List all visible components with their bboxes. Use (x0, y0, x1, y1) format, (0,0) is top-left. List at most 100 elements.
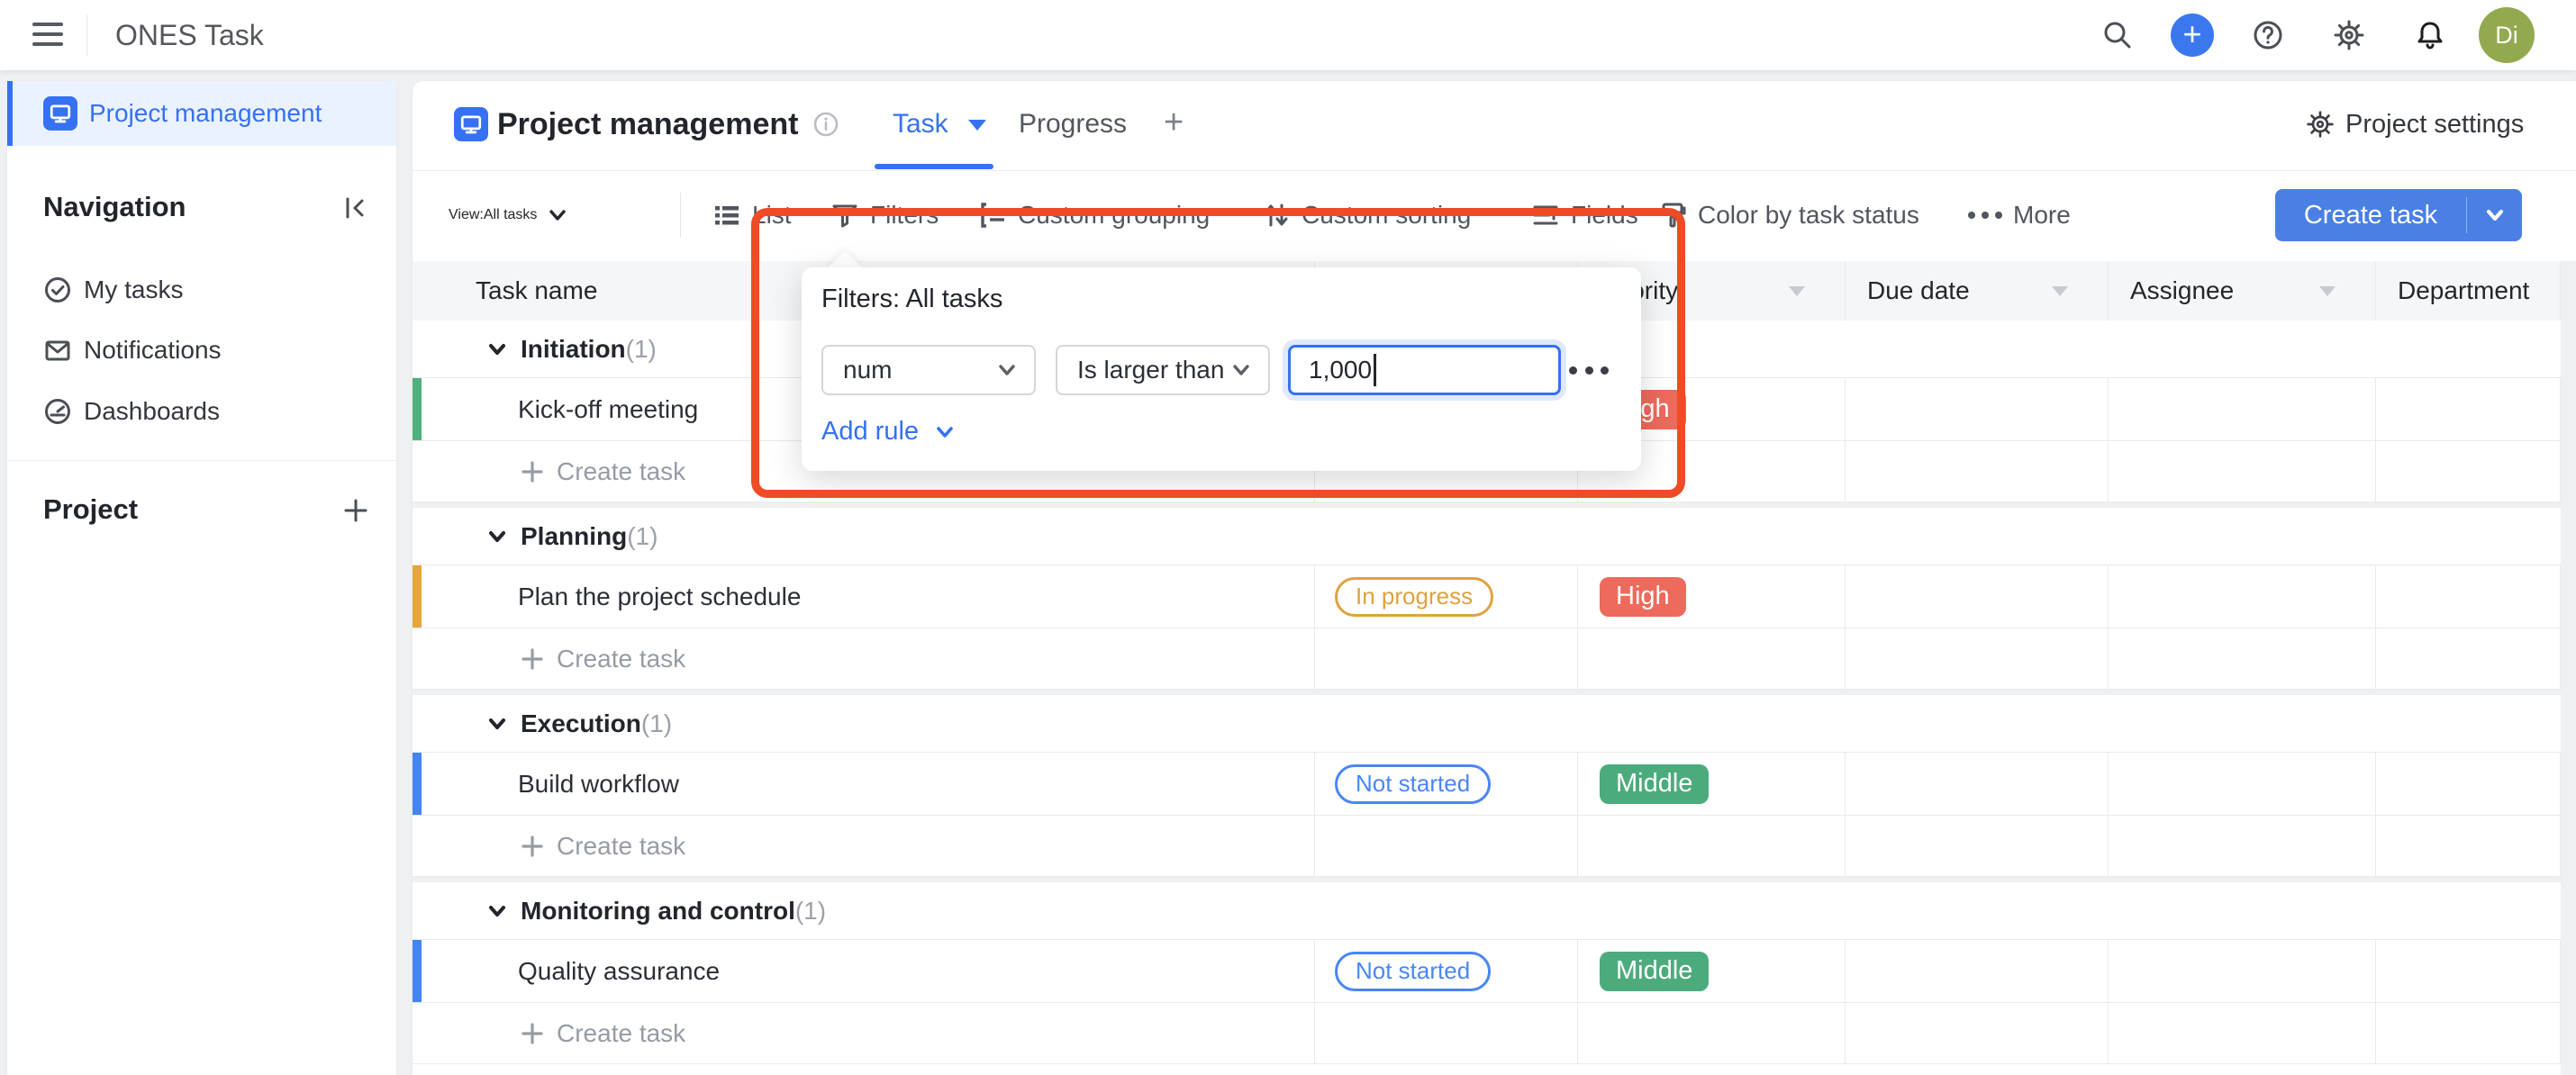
column-header-due-date[interactable]: Due date (1846, 261, 2109, 321)
task-color-bar (413, 753, 422, 815)
sidebar-item-notifications[interactable]: Notifications (7, 321, 396, 380)
chevron-down-icon (933, 420, 957, 444)
hamburger-menu-icon[interactable] (32, 23, 63, 48)
task-color-bar (413, 565, 422, 628)
create-task-button[interactable]: Create task (2275, 189, 2522, 241)
sidebar-item-label: Notifications (84, 336, 222, 364)
toolbar-label: Custom sorting (1302, 201, 1472, 229)
status-cell[interactable]: In progress (1315, 565, 1578, 628)
task-row[interactable]: Plan the project schedule In progress High (413, 565, 2561, 628)
collapse-sidebar-icon[interactable] (342, 194, 369, 221)
list-icon (712, 201, 741, 230)
toolbar-color-by-status-button[interactable]: Color by task status (1658, 171, 1919, 259)
table-cell (1846, 1003, 2109, 1063)
table-cell (1315, 816, 1578, 876)
create-task-row[interactable]: Create task (413, 1003, 2561, 1064)
table-cell (1846, 628, 2109, 689)
group-header-row[interactable]: Planning (1) (413, 508, 2561, 565)
group-name: Planning (521, 521, 628, 550)
add-rule-button[interactable]: Add rule (821, 417, 957, 447)
help-icon[interactable] (2252, 19, 2284, 51)
view-label: View:All tasks (449, 207, 538, 222)
search-icon[interactable] (2101, 19, 2134, 51)
priority-cell[interactable]: High (1578, 565, 1846, 628)
create-task-inline-button[interactable]: Create task (413, 1003, 1315, 1063)
sidebar-item-dashboards[interactable]: Dashboards (7, 382, 396, 441)
toolbar-fields-button[interactable]: Fields (1531, 171, 1638, 259)
add-project-icon[interactable] (342, 497, 369, 524)
view-switcher[interactable]: View:All tasks (449, 171, 569, 259)
priority-cell[interactable]: Middle (1578, 753, 1846, 815)
status-cell[interactable]: Not started (1315, 940, 1578, 1002)
filter-operator-select[interactable]: Is larger than (1056, 345, 1270, 395)
sidebar-item-my-tasks[interactable]: My tasks (7, 260, 396, 320)
table-cell (1578, 628, 1846, 689)
toolbar-custom-sorting-button[interactable]: Custom sorting (1262, 171, 1471, 259)
project-settings-button[interactable]: Project settings (2306, 81, 2524, 167)
task-name[interactable]: Plan the project schedule (413, 565, 1315, 628)
add-rule-label: Add rule (821, 417, 920, 446)
filter-caret-icon[interactable] (2319, 286, 2336, 296)
chevron-down-icon[interactable] (486, 339, 508, 360)
check-circle-icon (43, 276, 72, 304)
bell-icon[interactable] (2414, 19, 2446, 51)
create-task-label: Create task (2303, 200, 2438, 230)
column-header-assignee[interactable]: Assignee (2109, 261, 2376, 321)
group-header-row[interactable]: Execution (1) (413, 695, 2561, 753)
table-cell (2376, 628, 2561, 689)
more-dots-icon (1968, 201, 2002, 230)
table-cell (1846, 753, 2109, 815)
add-tab-button[interactable]: + (1164, 81, 1184, 167)
table-cell (2109, 753, 2376, 815)
chevron-down-icon[interactable] (486, 526, 508, 547)
group-count: (1) (625, 334, 657, 363)
column-header-department[interactable]: Department (2376, 261, 2561, 321)
chevron-down-icon[interactable] (486, 713, 508, 735)
table-right-gutter (2561, 261, 2576, 1075)
group-name: Initiation (521, 334, 626, 363)
create-task-row[interactable]: Create task (413, 628, 2561, 690)
table-cell (2109, 565, 2376, 628)
project-app-icon (43, 96, 77, 131)
task-color-bar (413, 940, 422, 1002)
status-cell[interactable]: Not started (1315, 753, 1578, 815)
task-name[interactable]: Build workflow (413, 753, 1315, 815)
status-badge: In progress (1335, 576, 1494, 617)
toolbar-more-button[interactable]: More (1968, 171, 2071, 259)
group-header-row[interactable]: Monitoring and control (1) (413, 882, 2561, 940)
filter-caret-icon[interactable] (1789, 286, 1805, 296)
toolbar-custom-grouping-button[interactable]: Custom grouping (978, 171, 1210, 259)
filter-field-select[interactable]: num (821, 345, 1036, 395)
sidebar-nav-title: Navigation (43, 191, 186, 222)
filter-field-value: num (843, 356, 893, 384)
filter-row-more-icon[interactable] (1569, 356, 1609, 384)
filter-value-input[interactable]: 1,000 (1288, 345, 1561, 395)
plus-icon (521, 1022, 544, 1045)
create-task-row[interactable]: Create task (413, 816, 2561, 877)
toolbar-list-button[interactable]: List (712, 171, 792, 259)
create-task-inline-button[interactable]: Create task (413, 628, 1315, 689)
avatar[interactable]: Di (2479, 7, 2535, 63)
task-row[interactable]: Quality assurance Not started Middle (413, 940, 2561, 1003)
chevron-down-icon[interactable] (486, 900, 508, 922)
task-name[interactable]: Quality assurance (413, 940, 1315, 1002)
tab-task[interactable]: Task (893, 81, 987, 167)
group-count: (1) (627, 521, 658, 550)
tab-progress[interactable]: Progress (1019, 81, 1127, 167)
sidebar-item-project-management[interactable]: Project management (7, 81, 396, 146)
gear-icon[interactable] (2333, 19, 2365, 51)
table-cell (1315, 628, 1578, 689)
chevron-down-icon[interactable] (2467, 202, 2522, 229)
priority-cell[interactable]: Middle (1578, 940, 1846, 1002)
quick-create-icon[interactable]: + (2171, 14, 2214, 57)
project-page-icon (454, 107, 488, 141)
table-cell (1846, 565, 2109, 628)
create-task-inline-button[interactable]: Create task (413, 816, 1315, 876)
sidebar: Navigation My tasks Notifications Dashbo… (7, 81, 396, 1075)
toolbar-filters-button[interactable]: Filters (830, 171, 939, 259)
info-icon[interactable] (812, 111, 839, 138)
gear-icon (2306, 110, 2335, 139)
filter-caret-icon[interactable] (2052, 286, 2068, 296)
task-row[interactable]: Build workflow Not started Middle (413, 753, 2561, 816)
filter-value-text: 1,000 (1309, 356, 1373, 384)
